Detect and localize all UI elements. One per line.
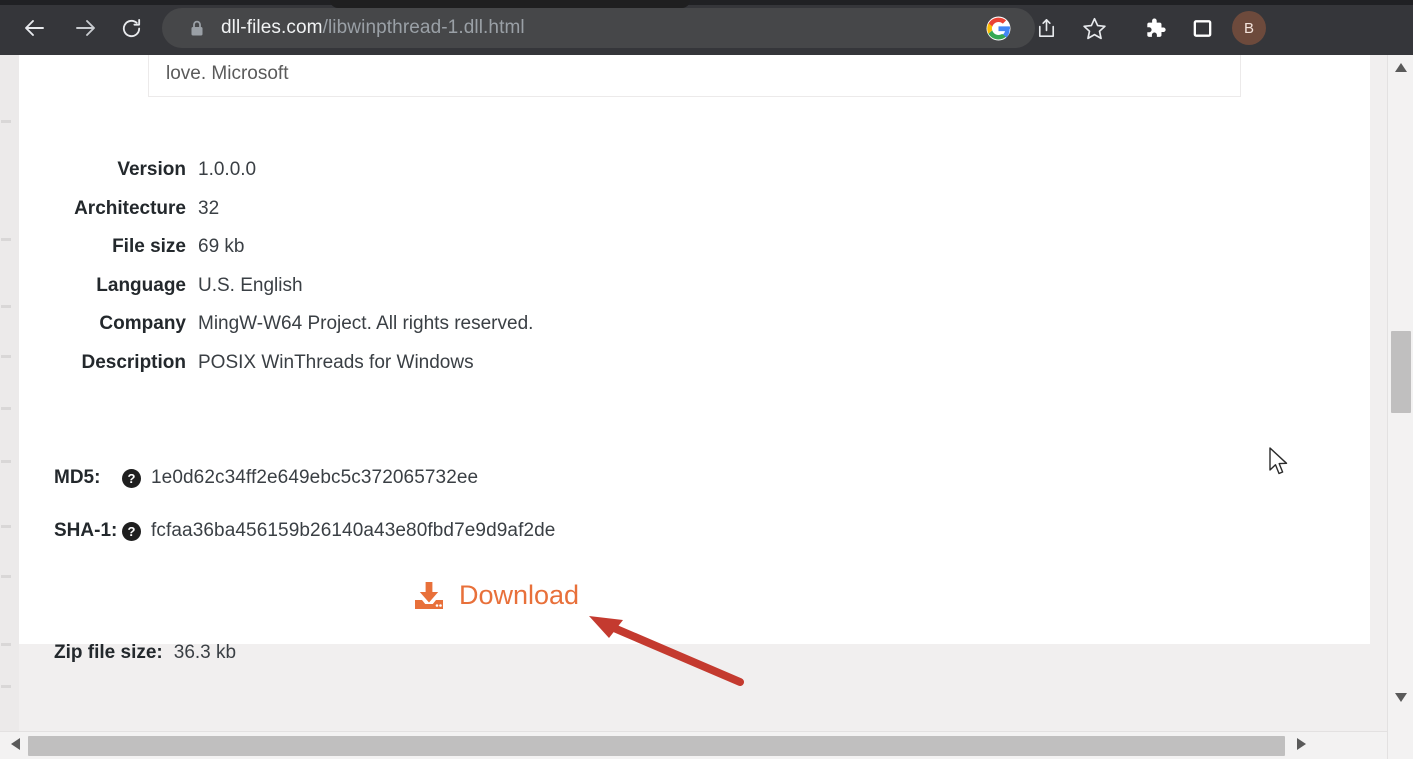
- md5-label: MD5:: [54, 467, 101, 488]
- scroll-left-button[interactable]: [4, 732, 26, 759]
- horizontal-scrollbar-thumb[interactable]: [28, 736, 1285, 756]
- back-button[interactable]: [18, 11, 52, 45]
- download-link[interactable]: Download: [413, 580, 579, 611]
- browser-top-edge: [0, 0, 1413, 5]
- scroll-up-button[interactable]: [1388, 57, 1413, 79]
- sha1-row: SHA-1: ? fcfaa36ba456159b26140a43e80fbd7…: [54, 520, 555, 542]
- row-value: MingW-W64 Project. All rights reserved.: [198, 313, 534, 334]
- row-label: File size: [112, 236, 186, 257]
- promo-text: love. Microsoft: [166, 63, 289, 84]
- lock-icon: [190, 20, 204, 37]
- row-value: POSIX WinThreads for Windows: [198, 351, 474, 373]
- table-row: Company MingW-W64 Project. All rights re…: [19, 313, 1370, 352]
- url-domain: dll-files.com: [221, 17, 323, 38]
- bookmark-star-icon[interactable]: [1076, 10, 1112, 46]
- scroll-right-button[interactable]: [1290, 732, 1312, 759]
- mouse-pointer-icon: [1268, 447, 1290, 477]
- row-value: 69 kb: [198, 236, 245, 257]
- side-panel-icon[interactable]: [1184, 10, 1220, 46]
- zip-file-size-row: Zip file size: 36.3 kb: [54, 642, 236, 664]
- md5-value: 1e0d62c34ff2e649ebc5c372065732ee: [151, 467, 479, 488]
- vertical-scrollbar[interactable]: [1387, 55, 1413, 731]
- md5-row: MD5: ? 1e0d62c34ff2e649ebc5c372065732ee: [54, 467, 478, 489]
- row-label: Description: [81, 351, 186, 373]
- question-mark-icon[interactable]: ?: [122, 468, 141, 488]
- row-label: Version: [117, 159, 186, 180]
- triangle-down-icon: [1394, 689, 1407, 707]
- zip-file-size-label: Zip file size:: [54, 642, 163, 663]
- browser-window: dll-files.com/libwinpthread-1.dll.html B…: [0, 0, 1413, 759]
- row-value: 32: [198, 197, 220, 219]
- extensions-puzzle-icon[interactable]: [1136, 10, 1172, 46]
- vertical-scrollbar-thumb[interactable]: [1391, 331, 1411, 413]
- scrollbar-corner: [1387, 731, 1413, 759]
- browser-toolbar: dll-files.com/libwinpthread-1.dll.html B: [0, 0, 1413, 55]
- sha1-label: SHA-1:: [54, 520, 118, 541]
- table-row: Language U.S. English: [19, 275, 1370, 314]
- avatar[interactable]: B: [1232, 11, 1266, 45]
- scroll-down-button[interactable]: [1388, 687, 1413, 709]
- table-row: Description POSIX WinThreads for Windows: [19, 352, 1370, 391]
- reload-button[interactable]: [114, 11, 148, 45]
- arrow-left-icon: [23, 16, 47, 40]
- triangle-left-icon: [10, 737, 20, 755]
- url-path: /libwinpthread-1.dll.html: [322, 17, 525, 38]
- google-lens-icon[interactable]: [980, 10, 1016, 46]
- url-text: dll-files.com/libwinpthread-1.dll.html: [221, 17, 525, 39]
- row-value: 1.0.0.0: [198, 159, 257, 180]
- row-label: Architecture: [74, 197, 186, 219]
- table-row: File size 69 kb: [19, 236, 1370, 275]
- promo-ad-box[interactable]: love. Microsoft: [148, 55, 1241, 97]
- left-gutter: [0, 55, 19, 731]
- reload-icon: [120, 17, 143, 40]
- page-viewport: love. Microsoft Version 1.0.0.0 Architec…: [0, 55, 1413, 759]
- triangle-up-icon: [1394, 59, 1407, 77]
- row-label: Language: [96, 274, 186, 296]
- arrow-right-icon: [73, 16, 97, 40]
- triangle-right-icon: [1296, 737, 1306, 755]
- share-icon[interactable]: [1028, 10, 1064, 46]
- file-details-table: Version 1.0.0.0 Architecture 32 File siz…: [19, 159, 1370, 390]
- sha1-value: fcfaa36ba456159b26140a43e80fbd7e9d9af2de: [151, 520, 556, 541]
- table-row: Architecture 32: [19, 198, 1370, 237]
- row-value: U.S. English: [198, 274, 303, 296]
- address-bar[interactable]: dll-files.com/libwinpthread-1.dll.html: [162, 8, 1035, 48]
- question-mark-icon[interactable]: ?: [122, 521, 141, 541]
- page-content-card: love. Microsoft Version 1.0.0.0 Architec…: [19, 55, 1370, 663]
- horizontal-scrollbar[interactable]: [0, 731, 1413, 759]
- download-tray-icon: [413, 581, 445, 611]
- zip-file-size-value: 36.3 kb: [173, 642, 237, 663]
- table-row: Version 1.0.0.0: [19, 159, 1370, 198]
- row-label: Company: [99, 313, 186, 334]
- forward-button[interactable]: [68, 11, 102, 45]
- download-label: Download: [459, 580, 580, 610]
- active-tab-stub[interactable]: [330, 0, 690, 8]
- avatar-initial: B: [1243, 19, 1254, 37]
